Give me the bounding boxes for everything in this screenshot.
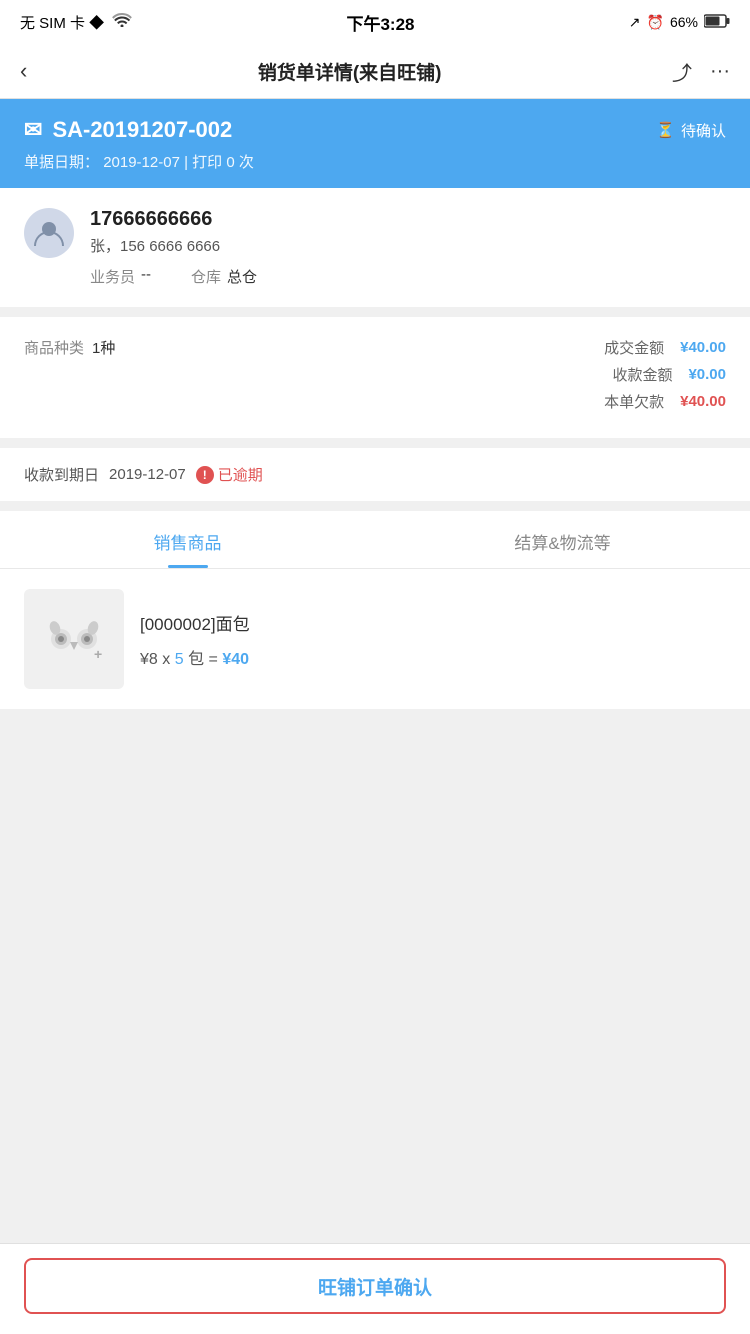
- salesperson-label: 业务员: [90, 266, 135, 287]
- price-multiply: x: [162, 651, 174, 668]
- amount-row-deal: 成交金额 ¥40.00: [604, 337, 726, 358]
- amount-value-deal: ¥40.00: [680, 339, 726, 356]
- order-number: ✉ SA-20191207-002: [24, 117, 232, 143]
- order-number-text: SA-20191207-002: [52, 117, 232, 143]
- amount-row-owed: 本单欠款 ¥40.00: [604, 391, 726, 412]
- confirm-button-label: 旺铺订单确认: [318, 1273, 432, 1300]
- avatar: [24, 208, 74, 258]
- amount-label-owed: 本单欠款: [604, 391, 664, 412]
- product-types-label: 商品种类: [24, 337, 84, 358]
- product-price: ¥8 x 5 包 = ¥40: [140, 645, 726, 669]
- customer-section: 17666666666 张，156 6666 6666 业务员 -- 仓库 总仓: [24, 208, 726, 287]
- amount-label-deal: 成交金额: [604, 337, 664, 358]
- product-types: 商品种类 1种: [24, 337, 115, 358]
- due-date-section: 收款到期日 2019-12-07 ! 已逾期: [0, 448, 750, 501]
- no-sim-text: 无 SIM 卡 ◆: [20, 12, 104, 33]
- status-right: ↗ ⏰ 66%: [629, 14, 730, 31]
- amount-label-received: 收款金额: [612, 364, 672, 385]
- tab-products[interactable]: 销售商品: [0, 511, 375, 568]
- amount-value-owed: ¥40.00: [680, 393, 726, 410]
- customer-card: 17666666666 张，156 6666 6666 业务员 -- 仓库 总仓: [0, 188, 750, 307]
- customer-name: 张，156 6666 6666: [90, 235, 726, 256]
- status-bar: 无 SIM 卡 ◆ 下午3:28 ↗ ⏰ 66%: [0, 0, 750, 44]
- order-date-value: 2019-12-07: [103, 154, 180, 171]
- tab-products-label: 销售商品: [154, 534, 222, 553]
- share-button[interactable]: ⤴: [672, 57, 692, 86]
- status-left: 无 SIM 卡 ◆: [20, 12, 132, 33]
- order-header: ✉ SA-20191207-002 ⏳ 待确认 单据日期： 2019-12-07…: [0, 99, 750, 188]
- nav-bar: ‹ 销货单详情(来自旺铺) ⤴ ···: [0, 44, 750, 99]
- amounts-section: 商品种类 1种 成交金额 ¥40.00 收款金额 ¥0.00 本单欠款 ¥40.…: [24, 337, 726, 418]
- nav-actions: ⤴ ···: [672, 57, 730, 86]
- back-button[interactable]: ‹: [20, 58, 27, 84]
- confirm-order-button[interactable]: 旺铺订单确认: [24, 1258, 726, 1314]
- battery-icon: [704, 14, 730, 31]
- product-details: [0000002]面包 ¥8 x 5 包 = ¥40: [140, 610, 726, 669]
- product-total: ¥40: [222, 651, 249, 668]
- due-date-value: 2019-12-07: [109, 466, 186, 483]
- customer-meta: 业务员 -- 仓库 总仓: [90, 266, 726, 287]
- empty-content-area: [0, 709, 750, 929]
- product-unit: 包: [188, 651, 204, 668]
- product-types-value: 1种: [92, 337, 115, 358]
- order-header-top: ✉ SA-20191207-002 ⏳ 待确认: [24, 117, 726, 143]
- order-status: ⏳ 待确认: [656, 120, 726, 141]
- order-date: 单据日期： 2019-12-07 | 打印 0 次: [24, 151, 726, 172]
- amount-row-received: 收款金额 ¥0.00: [604, 364, 726, 385]
- overdue-text: 已逾期: [218, 464, 263, 485]
- warehouse-label: 仓库: [191, 266, 221, 287]
- tab-settlement-label: 结算&物流等: [514, 534, 610, 553]
- price-equals: =: [209, 651, 223, 668]
- status-time: 下午3:28: [346, 10, 414, 35]
- amounts-right: 成交金额 ¥40.00 收款金额 ¥0.00 本单欠款 ¥40.00: [604, 337, 726, 418]
- warehouse-value: 总仓: [227, 266, 257, 287]
- battery-text: 66%: [670, 14, 698, 30]
- product-card: + [0000002]面包 ¥8 x 5 包 = ¥40: [0, 569, 750, 709]
- overdue-dot-icon: !: [196, 466, 214, 484]
- order-status-text: 待确认: [681, 120, 726, 141]
- salesperson-item: 业务员 --: [90, 266, 151, 287]
- customer-phone: 17666666666: [90, 208, 726, 231]
- salesperson-value: --: [141, 266, 151, 287]
- order-icon: ✉: [24, 117, 42, 143]
- overdue-badge: ! 已逾期: [196, 464, 263, 485]
- location-icon: ↗: [629, 14, 641, 31]
- wifi-icon: [112, 13, 132, 31]
- more-button[interactable]: ···: [710, 60, 730, 83]
- product-name: [0000002]面包: [140, 610, 726, 635]
- price-per-unit: ¥8: [140, 651, 158, 668]
- product-image: +: [24, 589, 124, 689]
- amount-value-received: ¥0.00: [688, 366, 726, 383]
- due-date-label: 收款到期日: [24, 464, 99, 485]
- tab-settlement[interactable]: 结算&物流等: [375, 511, 750, 568]
- tabs-container: 销售商品 结算&物流等: [0, 511, 750, 569]
- warehouse-item: 仓库 总仓: [191, 266, 257, 287]
- page-title: 销货单详情(来自旺铺): [258, 58, 442, 85]
- svg-text:+: +: [94, 646, 102, 662]
- order-date-label: 单据日期：: [24, 154, 99, 171]
- amounts-card: 商品种类 1种 成交金额 ¥40.00 收款金额 ¥0.00 本单欠款 ¥40.…: [0, 317, 750, 438]
- alarm-icon: ⏰: [647, 14, 664, 31]
- product-qty: 5: [175, 651, 184, 668]
- customer-info: 17666666666 张，156 6666 6666 业务员 -- 仓库 总仓: [90, 208, 726, 287]
- status-clock-icon: ⏳: [656, 121, 675, 139]
- order-print-info: | 打印 0 次: [184, 154, 254, 171]
- bottom-area: 旺铺订单确认: [0, 1243, 750, 1334]
